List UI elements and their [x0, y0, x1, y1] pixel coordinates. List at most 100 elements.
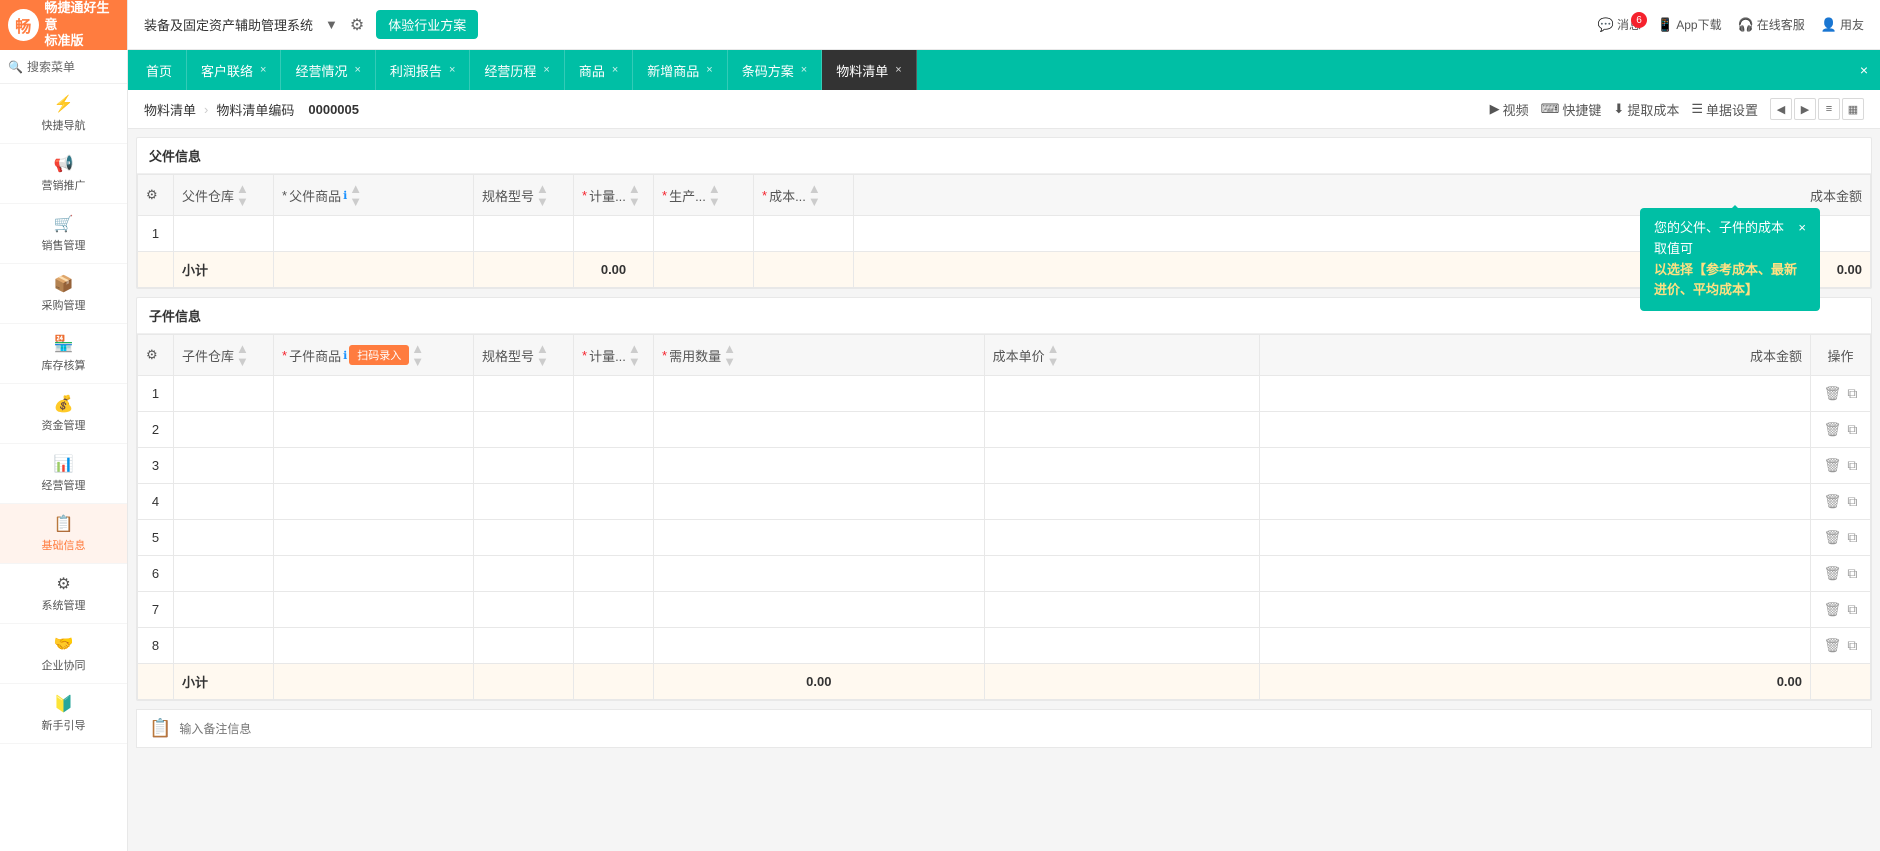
close-operation-history-tab[interactable]: ×: [543, 64, 549, 76]
settings-icon[interactable]: ⚙: [350, 15, 364, 35]
child-row-1-unit-cost[interactable]: [984, 376, 1259, 412]
child-row-4-cost-amount[interactable]: [1260, 484, 1811, 520]
app-download-button[interactable]: 📱 App下载: [1657, 16, 1722, 33]
sidebar-item-system[interactable]: ⚙ 系统管理: [0, 564, 127, 624]
parent-th-settings[interactable]: ⚙: [138, 175, 174, 216]
sidebar-item-finance[interactable]: 💰 资金管理: [0, 384, 127, 444]
child-row-6-cost-amount[interactable]: [1260, 556, 1811, 592]
child-row-6-unit-cost[interactable]: [984, 556, 1259, 592]
sidebar-item-basic[interactable]: 📋 基础信息: [0, 504, 127, 564]
parent-row-1-unit[interactable]: [574, 216, 654, 252]
child-row-5-unit[interactable]: [574, 520, 654, 556]
child-row-8-spec[interactable]: [474, 628, 574, 664]
online-service-button[interactable]: 🎧 在线客服: [1738, 16, 1805, 33]
table-view-btn[interactable]: ≡: [1818, 98, 1840, 120]
sidebar-item-operation[interactable]: 📊 经营管理: [0, 444, 127, 504]
child-row-2-warehouse[interactable]: [174, 412, 274, 448]
child-row-5-cost-amount[interactable]: [1260, 520, 1811, 556]
parent-row-1-warehouse[interactable]: [174, 216, 274, 252]
child-row-2-cost-amount[interactable]: [1260, 412, 1811, 448]
child-row-7-unit-cost[interactable]: [984, 592, 1259, 628]
tab-operation-history[interactable]: 经营历程 ×: [470, 50, 564, 90]
tab-new-product[interactable]: 新增商品 ×: [633, 50, 727, 90]
child-th-settings[interactable]: ⚙: [138, 335, 174, 376]
child-row-6-spec[interactable]: [474, 556, 574, 592]
close-new-product-tab[interactable]: ×: [706, 64, 712, 76]
child-row-3-cost-amount[interactable]: [1260, 448, 1811, 484]
delete-row-1-icon[interactable]: 🗑: [1824, 385, 1842, 402]
delete-row-6-icon[interactable]: 🗑: [1824, 565, 1842, 582]
tab-home[interactable]: 首页: [132, 50, 187, 90]
tab-barcode[interactable]: 条码方案 ×: [728, 50, 822, 90]
tab-bom[interactable]: 物料清单 ×: [822, 50, 916, 90]
sidebar-item-enterprise[interactable]: 🤝 企业协同: [0, 624, 127, 684]
child-row-3-product[interactable]: [274, 448, 474, 484]
child-row-8-unit-cost[interactable]: [984, 628, 1259, 664]
copy-row-5-icon[interactable]: ⧉: [1847, 529, 1857, 546]
close-all-tabs[interactable]: ×: [1852, 62, 1876, 78]
sidebar-item-purchase[interactable]: 📦 采购管理: [0, 264, 127, 324]
copy-row-2-icon[interactable]: ⧉: [1847, 421, 1857, 438]
child-row-5-product[interactable]: [274, 520, 474, 556]
copy-row-4-icon[interactable]: ⧉: [1847, 493, 1857, 510]
child-row-2-spec[interactable]: [474, 412, 574, 448]
tab-operation-status[interactable]: 经营情况 ×: [281, 50, 375, 90]
try-button[interactable]: 体验行业方案: [376, 10, 478, 39]
parent-row-1-cost[interactable]: [754, 216, 854, 252]
tab-product[interactable]: 商品 ×: [565, 50, 633, 90]
child-row-1-qty[interactable]: [654, 376, 985, 412]
child-row-7-spec[interactable]: [474, 592, 574, 628]
child-row-1-warehouse[interactable]: [174, 376, 274, 412]
child-row-2-unit[interactable]: [574, 412, 654, 448]
child-row-6-unit[interactable]: [574, 556, 654, 592]
copy-row-3-icon[interactable]: ⧉: [1847, 457, 1857, 474]
child-row-8-warehouse[interactable]: [174, 628, 274, 664]
child-row-3-unit-cost[interactable]: [984, 448, 1259, 484]
copy-row-1-icon[interactable]: ⧉: [1847, 385, 1857, 402]
extract-cost-button[interactable]: ⬇ 提取成本: [1613, 100, 1679, 119]
view-button[interactable]: ▶ 视频: [1490, 100, 1529, 119]
tooltip-close-button[interactable]: ×: [1798, 218, 1806, 239]
child-row-6-warehouse[interactable]: [174, 556, 274, 592]
child-row-7-warehouse[interactable]: [174, 592, 274, 628]
copy-row-8-icon[interactable]: ⧉: [1847, 637, 1857, 654]
child-row-4-warehouse[interactable]: [174, 484, 274, 520]
child-row-3-warehouse[interactable]: [174, 448, 274, 484]
tab-customer[interactable]: 客户联络 ×: [187, 50, 281, 90]
child-row-2-unit-cost[interactable]: [984, 412, 1259, 448]
child-row-8-product[interactable]: [274, 628, 474, 664]
child-row-3-unit[interactable]: [574, 448, 654, 484]
child-row-1-unit[interactable]: [574, 376, 654, 412]
delete-row-3-icon[interactable]: 🗑: [1824, 457, 1842, 474]
child-row-6-product[interactable]: [274, 556, 474, 592]
single-settings-button[interactable]: ☰ 单据设置: [1691, 100, 1758, 119]
copy-row-7-icon[interactable]: ⧉: [1847, 601, 1857, 618]
delete-row-4-icon[interactable]: 🗑: [1824, 493, 1842, 510]
child-row-4-product[interactable]: [274, 484, 474, 520]
child-row-3-qty[interactable]: [654, 448, 985, 484]
sidebar-item-quick-nav[interactable]: ⚡ 快捷导航: [0, 84, 127, 144]
sidebar-item-inventory[interactable]: 🏪 库存核算: [0, 324, 127, 384]
child-row-7-product[interactable]: [274, 592, 474, 628]
parent-row-1-spec[interactable]: [474, 216, 574, 252]
child-row-7-qty[interactable]: [654, 592, 985, 628]
dropdown-arrow[interactable]: ▼: [325, 17, 338, 32]
child-row-4-qty[interactable]: [654, 484, 985, 520]
parent-row-1-produce[interactable]: [654, 216, 754, 252]
child-row-5-spec[interactable]: [474, 520, 574, 556]
child-row-8-qty[interactable]: [654, 628, 985, 664]
child-row-8-cost-amount[interactable]: [1260, 628, 1811, 664]
search-menu[interactable]: 🔍 搜索菜单: [0, 50, 127, 84]
child-row-5-warehouse[interactable]: [174, 520, 274, 556]
scroll-left-btn[interactable]: ◀: [1770, 98, 1792, 120]
child-row-2-qty[interactable]: [654, 412, 985, 448]
close-operation-status-tab[interactable]: ×: [354, 64, 360, 76]
sidebar-item-guide[interactable]: 🔰 新手引导: [0, 684, 127, 744]
child-row-4-unit-cost[interactable]: [984, 484, 1259, 520]
close-bom-tab[interactable]: ×: [895, 64, 901, 76]
child-row-4-unit[interactable]: [574, 484, 654, 520]
child-row-4-spec[interactable]: [474, 484, 574, 520]
list-view-btn[interactable]: ▦: [1842, 98, 1864, 120]
delete-row-8-icon[interactable]: 🗑: [1824, 637, 1842, 654]
child-row-8-unit[interactable]: [574, 628, 654, 664]
